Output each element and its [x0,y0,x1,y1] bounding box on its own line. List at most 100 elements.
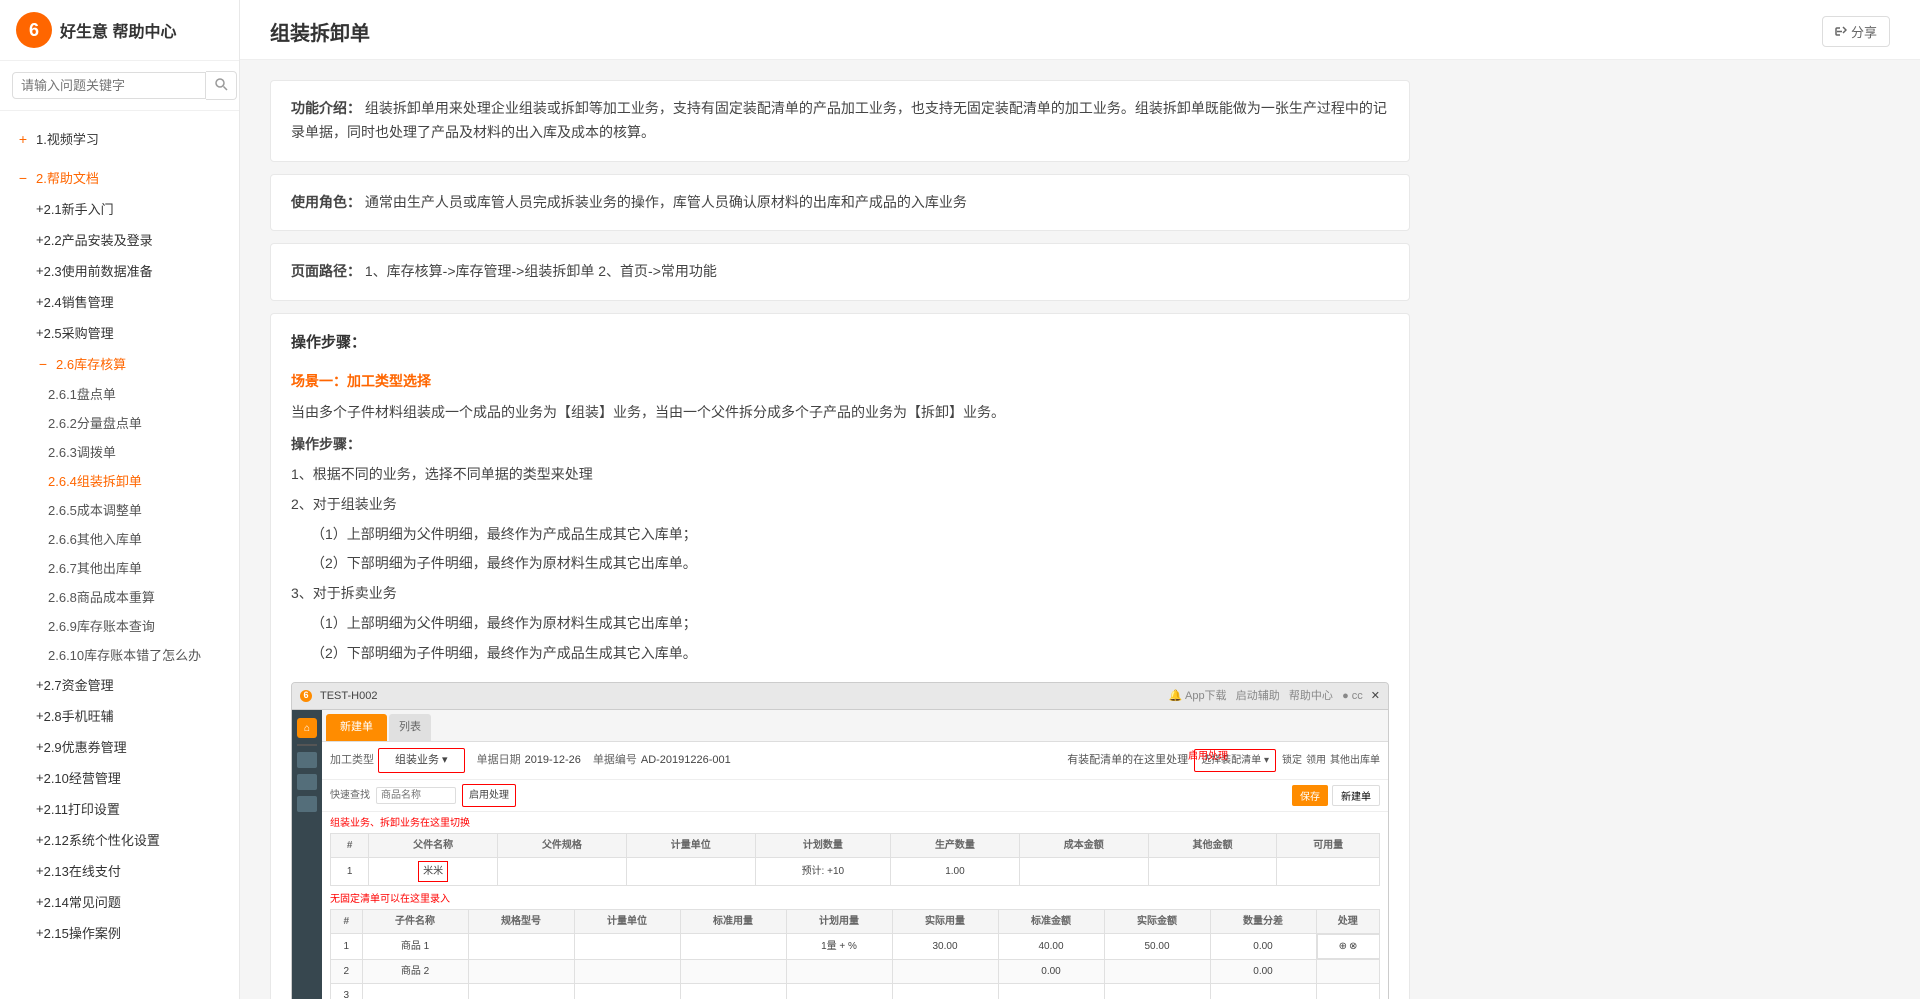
mock-td-unit [626,857,755,885]
plus-icon-22: + [36,232,44,247]
mock-upper-table: # 父件名称 父件规格 计量单位 计划数量 生产数量 成本金额 其他金额 可用量 [330,833,1380,886]
func-intro-text: 组装拆卸单用来处理企业组装或拆卸等加工业务，支持有固定装配清单的产品加工业务，也… [291,100,1387,140]
step2: 2、对于组装业务 [291,493,1389,517]
sidebar-item-268[interactable]: 2.6.8商品成本重算 [0,582,239,611]
mock-th2-child-name: 子件名称 [362,909,468,933]
mock-th2-std-qty: 标准用量 [680,909,786,933]
sidebar-item-purchase-label: 2.5采购管理 [44,323,114,342]
mock-th2-actual-qty: 实际用量 [892,909,998,933]
func-intro-label: 功能介绍： [291,100,361,116]
sidebar-item-mobile-label: 2.8手机旺辅 [44,706,114,725]
share-button[interactable]: 分享 [1822,16,1890,47]
sidebar-item-payment-label: 2.13在线支付 [44,861,121,880]
mock-tab-list[interactable]: 列表 [389,714,431,741]
sidebar-item-payment[interactable]: + 2.13在线支付 [0,855,239,886]
sidebar-item-personalize[interactable]: + 2.12系统个性化设置 [0,824,239,855]
mock-th-cost: 成本金额 [1019,833,1148,857]
row1-action2[interactable]: ⊗ [1349,938,1357,955]
sidebar-item-inventory[interactable]: − 2.6库存核算 [0,348,239,379]
sidebar-item-data-prep-label: 2.3使用前数据准备 [44,261,153,280]
search-input[interactable] [12,72,206,99]
sidebar-item-264[interactable]: 2.6.4组装拆卸单 [0,466,239,495]
sidebar-item-faq[interactable]: + 2.14常见问题 [0,886,239,917]
sidebar-item-cases[interactable]: + 2.15操作案例 [0,917,239,948]
mock-td-cost [1019,857,1148,885]
mock-th2-unit: 计量单位 [574,909,680,933]
sidebar-item-ops[interactable]: + 2.10经营管理 [0,762,239,793]
mock-bill-no-label: 单据编号 [593,751,637,770]
mock-annotation2: 组装业务、拆卸业务在这里切换 [330,812,1380,833]
mock-process-type-label: 加工类型 [330,751,374,770]
mock-action3[interactable]: 其他出库单 [1330,752,1380,769]
sidebar-item-269[interactable]: 2.6.9库存账本查询 [0,611,239,640]
mock-process-type-input[interactable]: 组装业务 ▾ [378,748,465,773]
mock-logo: 6 [300,690,312,702]
sidebar-item-install-label: 2.2产品安装及登录 [44,230,153,249]
sidebar-item-263[interactable]: 2.6.3调拨单 [0,437,239,466]
sidebar-item-help-docs-label: 2.帮助文档 [36,168,99,187]
sidebar-item-newbie-label: 2.1新手入门 [44,199,114,218]
sidebar-item-finance-label: 2.7资金管理 [44,675,114,694]
sidebar-item-inventory-label: 2.6库存核算 [56,354,126,373]
sidebar-item-print[interactable]: + 2.11打印设置 [0,793,239,824]
mock-enable-btn[interactable]: 启用处理 [462,784,516,807]
row1-action1[interactable]: ⊕ [1339,938,1347,955]
mock-search-input[interactable] [376,787,456,804]
step3-1: （1）上部明细为父件明细，最终作为原材料生成其它出库单； [311,612,1389,636]
mock-nav-item3 [297,796,317,812]
sidebar-item-data-prep[interactable]: + 2.3使用前数据准备 [0,255,239,286]
sidebar-item-help-docs[interactable]: − 2.帮助文档 [0,162,239,193]
mock-td-spec [498,857,627,885]
sidebar-item-ops-label: 2.10经营管理 [44,768,121,787]
sidebar-item-mobile[interactable]: + 2.8手机旺辅 [0,700,239,731]
sidebar-item-266[interactable]: 2.6.6其他入库单 [0,524,239,553]
mock-date-value: 2019-12-26 [525,751,581,770]
mock-save-btn[interactable]: 保存 [1292,785,1328,806]
sidebar-item-video[interactable]: + 1.视频学习 [0,123,239,154]
logo-icon: 6 [16,12,52,48]
scene1-label: 场景一：加工类型选择 [291,370,1389,394]
mock-new-btn[interactable]: 新建单 [1332,785,1380,806]
nav-section-1: + 1.视频学习 [0,119,239,158]
sidebar-item-262[interactable]: 2.6.2分量盘点单 [0,408,239,437]
sidebar-item-purchase[interactable]: + 2.5采购管理 [0,317,239,348]
sidebar-item-261[interactable]: 2.6.1盘点单 [0,379,239,408]
mock-th-plan-qty: 计划数量 [755,833,890,857]
minus-icon-26: − [36,357,50,371]
plus-icon-214: + [36,894,44,909]
mock-th2-plan-qty: 计划用量 [786,909,892,933]
sidebar-item-finance[interactable]: + 2.7资金管理 [0,669,239,700]
mock-td-prod: 1.00 [891,857,1020,885]
sidebar-item-install[interactable]: + 2.2产品安装及登录 [0,224,239,255]
sidebar-header: 6 好生意 帮助中心 [0,0,239,61]
func-intro-block: 功能介绍： 组装拆卸单用来处理企业组装或拆卸等加工业务，支持有固定装配清单的产品… [270,80,1410,162]
search-button[interactable] [206,71,237,100]
mock-action2[interactable]: 领用 [1306,752,1326,769]
sidebar-item-2610[interactable]: 2.6.10库存账本错了怎么办 [0,640,239,669]
mock-th2-actual-amt: 实际金额 [1104,909,1210,933]
sidebar-item-newbie[interactable]: + 2.1新手入门 [0,193,239,224]
mock-tab-new[interactable]: 新建单 [326,714,387,741]
plus-icon-210: + [36,770,44,785]
role-block: 使用角色： 通常由生产人员或库管人员完成拆装业务的操作，库管人员确认原材料的出库… [270,174,1410,232]
mock-th-prod-qty: 生产数量 [891,833,1020,857]
sidebar-item-265[interactable]: 2.6.5成本调整单 [0,495,239,524]
mock-parent-name-input[interactable]: 米米 [418,861,448,882]
sidebar-item-267[interactable]: 2.6.7其他出库单 [0,553,239,582]
mock-date-label: 单据日期 [477,751,521,770]
table-row: 1 米米 预计: +10 1.00 [331,857,1380,885]
mock-nav-divider [297,744,317,746]
plus-icon-21: + [36,201,44,216]
table-row: 3 [331,983,1380,999]
search-bar [0,61,239,111]
mock-action1[interactable]: 锁定 [1282,752,1302,769]
path-block: 页面路径： 1、库存核算->库存管理->组装拆卸单 2、首页->常用功能 [270,243,1410,301]
scene1-desc: 当由多个子件材料组装成一个成品的业务为【组装】业务，当由一个父件拆分成多个子产品… [291,401,1389,425]
mock-td-plan: 预计: +10 [755,857,890,885]
mock-th2-spec: 规格型号 [468,909,574,933]
sidebar-item-sales[interactable]: + 2.4销售管理 [0,286,239,317]
sidebar-item-faq-label: 2.14常见问题 [44,892,121,911]
page-title: 组装拆卸单 [270,17,370,46]
mock-bill-no-value: AD-20191226-001 [641,751,731,770]
sidebar-item-coupon[interactable]: + 2.9优惠券管理 [0,731,239,762]
